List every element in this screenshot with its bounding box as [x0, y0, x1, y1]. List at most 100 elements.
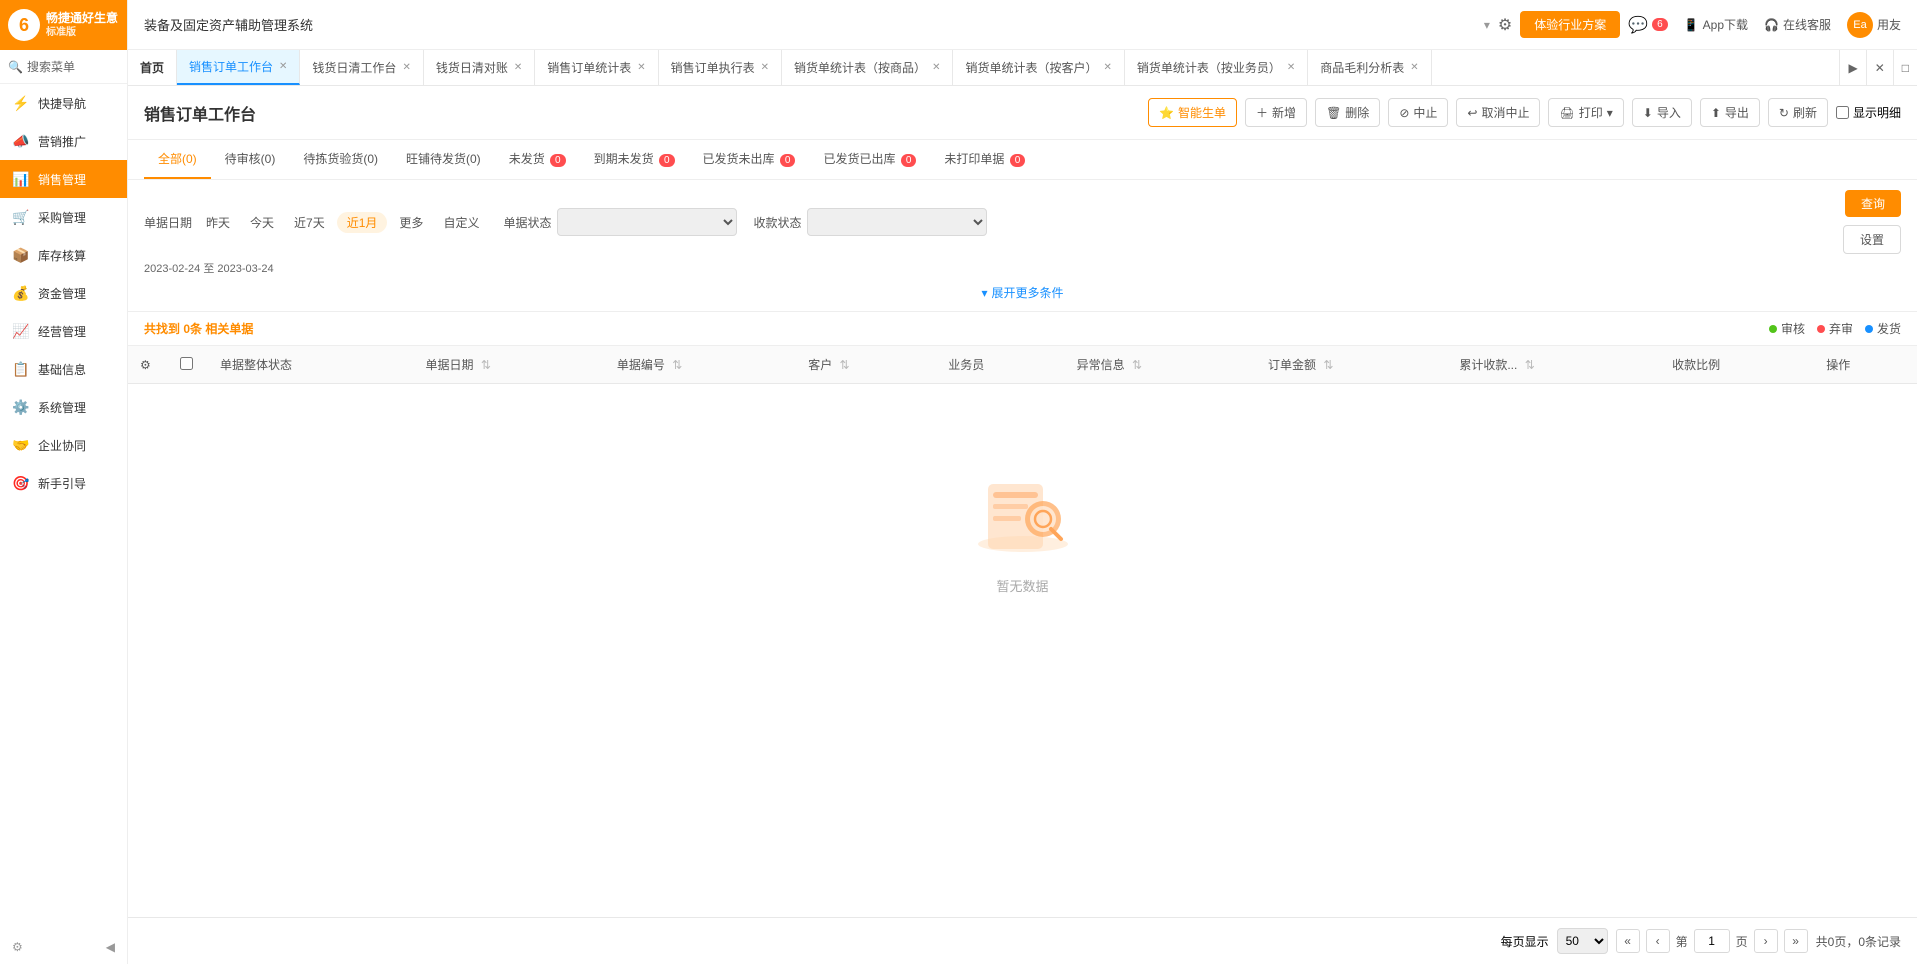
tab-profit-analysis[interactable]: 商品毛利分析表 ✕ [1308, 50, 1431, 85]
tab-cash-daily[interactable]: 钱货日清工作台 ✕ [300, 50, 423, 85]
date-btn-7days[interactable]: 近7天 [286, 211, 333, 234]
export-icon: ⬆ [1711, 106, 1721, 120]
tab-sales-by-staff[interactable]: 销货单统计表（按业务员） ✕ [1125, 50, 1308, 85]
col-collected[interactable]: 累计收款... ⇅ [1447, 346, 1660, 384]
page-size-select[interactable]: 50 20 100 [1557, 928, 1608, 954]
cancel-suspend-icon: ↩ [1467, 106, 1477, 120]
date-btn-custom[interactable]: 自定义 [435, 211, 487, 234]
next-page-btn[interactable]: › [1754, 929, 1778, 953]
filter-tab-not-printed[interactable]: 未打印单据 0 [930, 140, 1039, 179]
unreview-action[interactable]: 弃审 [1817, 320, 1853, 337]
select-all-checkbox[interactable] [180, 357, 193, 370]
settings-bottom-icon[interactable]: ⚙ [12, 940, 23, 954]
filter-tab-pending-review[interactable]: 待审核(0) [211, 140, 290, 179]
tab-sales-by-customer[interactable]: 销货单统计表（按客户） ✕ [953, 50, 1124, 85]
sidebar-item-finance[interactable]: 💰 资金管理 [0, 274, 127, 312]
tab-sales-exec[interactable]: 销售订单执行表 ✕ [659, 50, 782, 85]
filter-tab-not-shipped[interactable]: 未发货 0 [495, 140, 580, 179]
tab-more-btn[interactable]: ▶ [1839, 50, 1865, 85]
cancel-suspend-btn[interactable]: ↩ 取消中止 [1456, 98, 1540, 127]
tab-home[interactable]: 首页 [128, 50, 177, 85]
tab-close-profit-analysis[interactable]: ✕ [1410, 62, 1418, 73]
user-btn[interactable]: Ea 用友 [1847, 12, 1901, 38]
tab-sales-workbench[interactable]: 销售订单工作台 ✕ [177, 50, 300, 85]
avatar: Ea [1847, 12, 1873, 38]
sidebar-item-quick-nav[interactable]: ⚡ 快捷导航 [0, 84, 127, 122]
tab-close-sales-stats[interactable]: ✕ [637, 62, 645, 73]
show-details-checkbox[interactable] [1836, 106, 1849, 119]
col-settings[interactable]: ⚙ [128, 346, 168, 384]
filter-tab-all[interactable]: 全部(0) [144, 140, 211, 179]
query-button[interactable]: 查询 [1845, 190, 1901, 217]
trial-button[interactable]: 体验行业方案 [1520, 11, 1620, 38]
import-btn[interactable]: ⬇ 导入 [1632, 98, 1692, 127]
date-btn-more[interactable]: 更多 [391, 211, 431, 234]
first-page-btn[interactable]: « [1616, 929, 1640, 953]
filter-tab-pending-inspection[interactable]: 待拣货验货(0) [289, 140, 392, 179]
date-btn-yesterday[interactable]: 昨天 [198, 211, 238, 234]
prev-page-btn[interactable]: ‹ [1646, 929, 1670, 953]
tab-cash-reconcile[interactable]: 钱货日清对账 ✕ [424, 50, 535, 85]
app-download-btn[interactable]: 📱 App下载 [1684, 16, 1748, 33]
settings-icon[interactable]: ⚙ [1498, 15, 1512, 35]
finance-icon: 💰 [12, 284, 30, 302]
tab-close-sales-exec[interactable]: ✕ [761, 62, 769, 73]
sidebar-item-basic-info[interactable]: 📋 基础信息 [0, 350, 127, 388]
status-select[interactable] [557, 208, 737, 236]
sidebar-item-system[interactable]: ⚙️ 系统管理 [0, 388, 127, 426]
col-amount[interactable]: 订单金额 ⇅ [1256, 346, 1447, 384]
sidebar-item-sales[interactable]: 📊 销售管理 [0, 160, 127, 198]
tab-close-sales-by-customer[interactable]: ✕ [1103, 62, 1111, 73]
tab-action-close-all[interactable]: ✕ [1866, 50, 1893, 85]
smart-generate-btn[interactable]: ⭐ 智能生单 [1148, 98, 1237, 127]
col-staff[interactable]: 业务员 [936, 346, 1064, 384]
col-checkbox[interactable] [168, 346, 208, 384]
online-service-btn[interactable]: 🎧 在线客服 [1764, 16, 1831, 33]
sidebar-item-enterprise[interactable]: 🤝 企业协同 [0, 426, 127, 464]
sidebar-item-marketing[interactable]: 📣 营销推广 [0, 122, 127, 160]
date-btn-1month[interactable]: 近1月 [337, 212, 388, 233]
tab-close-sales-by-product[interactable]: ✕ [932, 62, 940, 73]
sidebar-item-inventory[interactable]: 📦 库存核算 [0, 236, 127, 274]
page-num-input[interactable] [1694, 929, 1730, 953]
collapse-icon[interactable]: ◀ [106, 940, 115, 954]
tab-action-maximize[interactable]: □ [1893, 50, 1917, 85]
expand-more-btn[interactable]: ▾ 展开更多条件 [981, 284, 1063, 301]
enterprise-icon: 🤝 [12, 436, 30, 454]
col-number[interactable]: 单据编号 ⇅ [605, 346, 796, 384]
sidebar-item-purchase[interactable]: 🛒 采购管理 [0, 198, 127, 236]
tab-sales-stats[interactable]: 销售订单统计表 ✕ [535, 50, 658, 85]
review-action[interactable]: 审核 [1769, 320, 1805, 337]
tab-sales-by-product[interactable]: 销货单统计表（按商品） ✕ [782, 50, 953, 85]
col-date[interactable]: 单据日期 ⇅ [413, 346, 604, 384]
print-dropdown-icon: ▾ [1607, 106, 1613, 120]
payment-select[interactable] [807, 208, 987, 236]
refresh-btn[interactable]: ↻ 刷新 [1768, 98, 1828, 127]
export-btn[interactable]: ⬆ 导出 [1700, 98, 1760, 127]
sidebar-item-guide[interactable]: 🎯 新手引导 [0, 464, 127, 502]
add-btn[interactable]: ＋ 新增 [1245, 98, 1307, 127]
col-customer[interactable]: 客户 ⇅ [796, 346, 936, 384]
filter-tab-overdue-not-shipped[interactable]: 到期未发货 0 [580, 140, 689, 179]
print-btn[interactable]: 🖨 打印 ▾ [1548, 98, 1623, 127]
tab-close-sales-by-staff[interactable]: ✕ [1287, 62, 1295, 73]
dropdown-arrow-icon[interactable]: ▾ [1484, 18, 1490, 32]
show-details-checkbox-label[interactable]: 显示明细 [1836, 104, 1901, 121]
filter-tab-shipped-not-warehoused[interactable]: 已发货未出库 0 [689, 140, 810, 179]
sidebar-search[interactable]: 🔍 搜索菜单 [0, 50, 127, 84]
last-page-btn[interactable]: » [1784, 929, 1808, 953]
filter-tab-wangpu-pending[interactable]: 旺铺待发货(0) [392, 140, 495, 179]
sidebar-item-operations[interactable]: 📈 经营管理 [0, 312, 127, 350]
filter-tabs: 全部(0) 待审核(0) 待拣货验货(0) 旺铺待发货(0) 未发货 0 到期未… [128, 140, 1917, 180]
tab-close-sales-workbench[interactable]: ✕ [279, 61, 287, 72]
tab-close-cash-daily[interactable]: ✕ [402, 62, 410, 73]
col-exception[interactable]: 异常信息 ⇅ [1065, 346, 1256, 384]
tab-close-cash-reconcile[interactable]: ✕ [514, 62, 522, 73]
set-button[interactable]: 设置 [1843, 225, 1901, 254]
suspend-btn[interactable]: ⊘ 中止 [1388, 98, 1448, 127]
date-btn-today[interactable]: 今天 [242, 211, 282, 234]
message-btn[interactable]: 💬 6 [1628, 15, 1667, 35]
delete-btn[interactable]: 🗑 删除 [1315, 98, 1380, 127]
ship-action[interactable]: 发货 [1865, 320, 1901, 337]
filter-tab-shipped-warehoused[interactable]: 已发货已出库 0 [809, 140, 930, 179]
